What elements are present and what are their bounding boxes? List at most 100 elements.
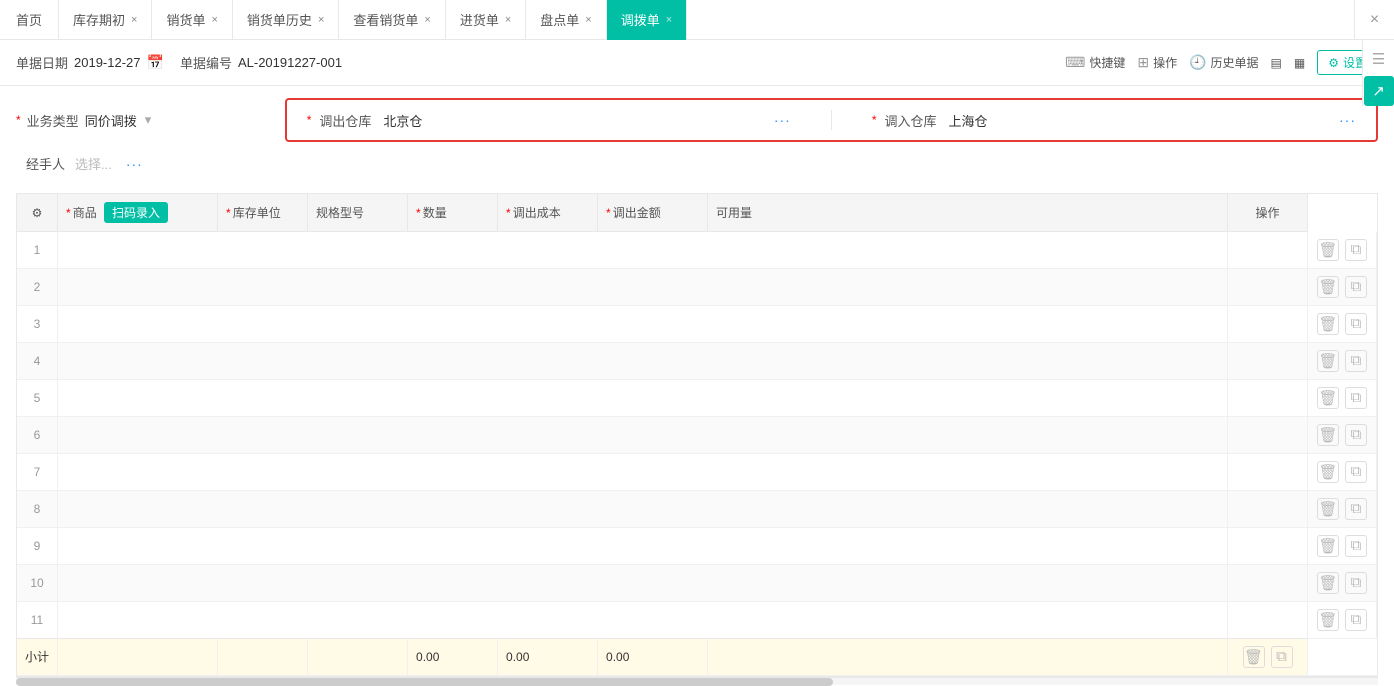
delete-icon[interactable]: 🗑 (1317, 350, 1339, 372)
product-cell[interactable] (58, 268, 1228, 305)
in-warehouse-field: * 调入仓库 上海仓 ··· (872, 111, 1356, 130)
tab-inventory-init[interactable]: 库存期初 × (59, 0, 152, 40)
available-cell (1228, 379, 1308, 416)
delete-icon[interactable]: 🗑 (1317, 609, 1339, 631)
row-number: 7 (17, 453, 58, 490)
delete-icon[interactable]: 🗑 (1317, 498, 1339, 520)
product-cell[interactable] (58, 232, 1228, 269)
table-row: 4 🗑 ⧉ (17, 342, 1377, 379)
product-cell[interactable] (58, 527, 1228, 564)
calendar-icon[interactable]: 📅 (147, 54, 164, 71)
available-cell (1228, 564, 1308, 601)
copy-icon[interactable]: ⧉ (1345, 609, 1367, 631)
delete-icon[interactable]: 🗑 (1243, 646, 1265, 668)
chevron-down-icon: ▾ (145, 112, 152, 128)
available-cell (1228, 416, 1308, 453)
tab-inventory-check[interactable]: 盘点单 × (526, 0, 606, 40)
col-product: *商品 扫码录入 (58, 194, 218, 232)
close-icon[interactable]: × (211, 14, 217, 26)
delete-icon[interactable]: 🗑 (1317, 424, 1339, 446)
copy-icon[interactable]: ⧉ (1345, 239, 1367, 261)
ops-cell: 🗑 ⧉ (1308, 527, 1377, 564)
table-row: 9 🗑 ⧉ (17, 527, 1377, 564)
ops-cell: 🗑 ⧉ (1308, 268, 1377, 305)
tab-view-sales[interactable]: 查看销货单 × (339, 0, 445, 40)
tab-sales-order[interactable]: 销货单 × (152, 0, 232, 40)
table-row: 11 🗑 ⧉ (17, 601, 1377, 638)
close-icon[interactable]: × (131, 14, 137, 26)
row-number: 2 (17, 268, 58, 305)
product-cell[interactable] (58, 416, 1228, 453)
copy-icon[interactable]: ⧉ (1345, 313, 1367, 335)
layout2-action[interactable]: ▦ (1294, 56, 1305, 70)
biz-type-field: * 业务类型 同价调拨 ▾ (16, 111, 265, 130)
tab-sales-history[interactable]: 销货单历史 × (233, 0, 339, 40)
delete-icon[interactable]: 🗑 (1317, 535, 1339, 557)
biz-type-select[interactable]: 同价调拨 ▾ (85, 111, 265, 130)
scan-entry-button[interactable]: 扫码录入 (104, 202, 168, 223)
table-row: 5 🗑 ⧉ (17, 379, 1377, 416)
operation-action[interactable]: ⊞ 操作 (1137, 54, 1177, 71)
delete-icon[interactable]: 🗑 (1317, 276, 1339, 298)
close-icon[interactable]: × (585, 14, 591, 26)
delete-icon[interactable]: 🗑 (1317, 572, 1339, 594)
copy-icon[interactable]: ⧉ (1345, 461, 1367, 483)
doc-number-field: 单据编号 AL-20191227-001 (180, 53, 342, 72)
product-cell[interactable] (58, 379, 1228, 416)
copy-icon[interactable]: ⧉ (1345, 498, 1367, 520)
copy-icon[interactable]: ⧉ (1345, 276, 1367, 298)
copy-icon[interactable]: ⧉ (1271, 646, 1293, 668)
layout1-action[interactable]: ▤ (1271, 56, 1282, 70)
table-row: 6 🗑 ⧉ (17, 416, 1377, 453)
col-unit: *库存单位 (218, 194, 308, 232)
copy-icon[interactable]: ⧉ (1345, 535, 1367, 557)
row-number: 9 (17, 527, 58, 564)
out-warehouse-more-button[interactable]: ··· (774, 112, 791, 128)
handler-select[interactable]: 选择... (75, 154, 112, 173)
layout2-icon: ▦ (1294, 56, 1305, 70)
col-gear[interactable]: ⚙ (17, 194, 58, 232)
tab-home[interactable]: 首页 (0, 0, 59, 40)
ops-cell: 🗑 ⧉ (1308, 342, 1377, 379)
form-row-1: * 业务类型 同价调拨 ▾ * 调出仓库 北京仓 ··· * 调入仓库 上海仓 … (16, 98, 1378, 142)
ops-cell: 🗑 ⧉ (1308, 601, 1377, 638)
product-cell[interactable] (58, 342, 1228, 379)
tab-purchase-order[interactable]: 进货单 × (446, 0, 526, 40)
horizontal-scrollbar[interactable] (16, 677, 1378, 685)
row-number: 10 (17, 564, 58, 601)
sidebar-list-icon[interactable]: ☰ (1364, 44, 1394, 74)
required-star: * (16, 113, 21, 127)
sidebar-export-icon[interactable]: ↗ (1364, 76, 1394, 106)
table-row: 2 🗑 ⧉ (17, 268, 1377, 305)
product-cell[interactable] (58, 305, 1228, 342)
product-cell[interactable] (58, 601, 1228, 638)
close-icon[interactable]: × (666, 14, 672, 26)
in-warehouse-more-button[interactable]: ··· (1339, 112, 1356, 128)
handler-more-button[interactable]: ··· (126, 156, 143, 172)
delete-icon[interactable]: 🗑 (1317, 461, 1339, 483)
close-icon[interactable]: × (318, 14, 324, 26)
shortcut-action[interactable]: ⌨ 快捷键 (1065, 54, 1125, 71)
product-cell[interactable] (58, 490, 1228, 527)
product-table: ⚙ *商品 扫码录入 *库存单位 规格型号 *数量 *调出成本 *调出金额 可用… (16, 193, 1378, 677)
tab-transfer-order[interactable]: 调拨单 × (607, 0, 687, 40)
close-icon[interactable]: × (505, 14, 511, 26)
copy-icon[interactable]: ⧉ (1345, 424, 1367, 446)
copy-icon[interactable]: ⧉ (1345, 572, 1367, 594)
form-header: 单据日期 2019-12-27 📅 单据编号 AL-20191227-001 ⌨… (0, 40, 1394, 86)
scrollbar-thumb[interactable] (16, 678, 833, 686)
close-icon[interactable]: × (424, 14, 430, 26)
available-cell (1228, 342, 1308, 379)
window-close-button[interactable]: × (1354, 0, 1394, 40)
row-number: 1 (17, 232, 58, 269)
product-cell[interactable] (58, 564, 1228, 601)
history-action[interactable]: 🕘 历史单据 (1189, 54, 1258, 71)
delete-icon[interactable]: 🗑 (1317, 239, 1339, 261)
delete-icon[interactable]: 🗑 (1317, 387, 1339, 409)
copy-icon[interactable]: ⧉ (1345, 350, 1367, 372)
product-cell[interactable] (58, 453, 1228, 490)
delete-icon[interactable]: 🗑 (1317, 313, 1339, 335)
copy-icon[interactable]: ⧉ (1345, 387, 1367, 409)
ops-cell: 🗑 ⧉ (1308, 490, 1377, 527)
summary-unit (218, 638, 308, 675)
